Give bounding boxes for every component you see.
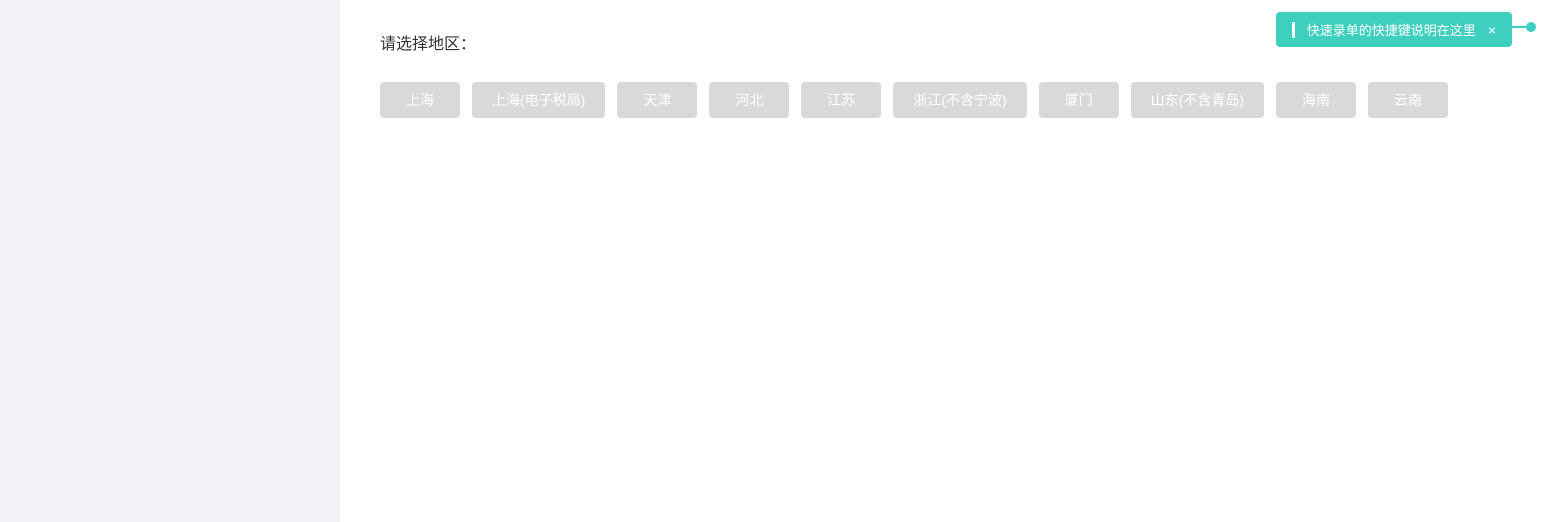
left-sidebar xyxy=(0,0,340,522)
region-btn-yunnan[interactable]: 云南 xyxy=(1368,82,1448,118)
region-btn-xiamen[interactable]: 厦门 xyxy=(1039,82,1119,118)
tooltip-text: 快速录单的快捷键说明在这里 xyxy=(1307,20,1476,39)
region-btn-jiangsu[interactable]: 江苏 xyxy=(801,82,881,118)
region-btn-shanghai[interactable]: 上海 xyxy=(380,82,460,118)
region-btn-hebei[interactable]: 河北 xyxy=(709,82,789,118)
region-btn-zhejiang[interactable]: 浙江(不含宁波) xyxy=(893,82,1026,118)
region-buttons-container: 上海上海(电子税局) 天津河北江苏浙江(不含宁波) 厦门山东(不含青岛) 海南云南 xyxy=(380,82,1522,118)
region-btn-hainan[interactable]: 海南 xyxy=(1276,82,1356,118)
tooltip-banner[interactable]: 快速录单的快捷键说明在这里 × xyxy=(1276,12,1512,47)
tooltip-line xyxy=(1512,26,1526,28)
tooltip-dot xyxy=(1526,22,1536,32)
main-content: 请选择地区： 上海上海(电子税局)天津河北江苏浙江(不含宁波)厦门山东(不含青岛… xyxy=(340,0,1562,522)
region-btn-tianjin[interactable]: 天津 xyxy=(617,82,697,118)
tooltip-close-button[interactable]: × xyxy=(1488,22,1496,38)
region-btn-shanghai-etax[interactable]: 上海(电子税局) xyxy=(472,82,605,118)
region-btn-shandong[interactable]: 山东(不含青岛) xyxy=(1131,82,1264,118)
